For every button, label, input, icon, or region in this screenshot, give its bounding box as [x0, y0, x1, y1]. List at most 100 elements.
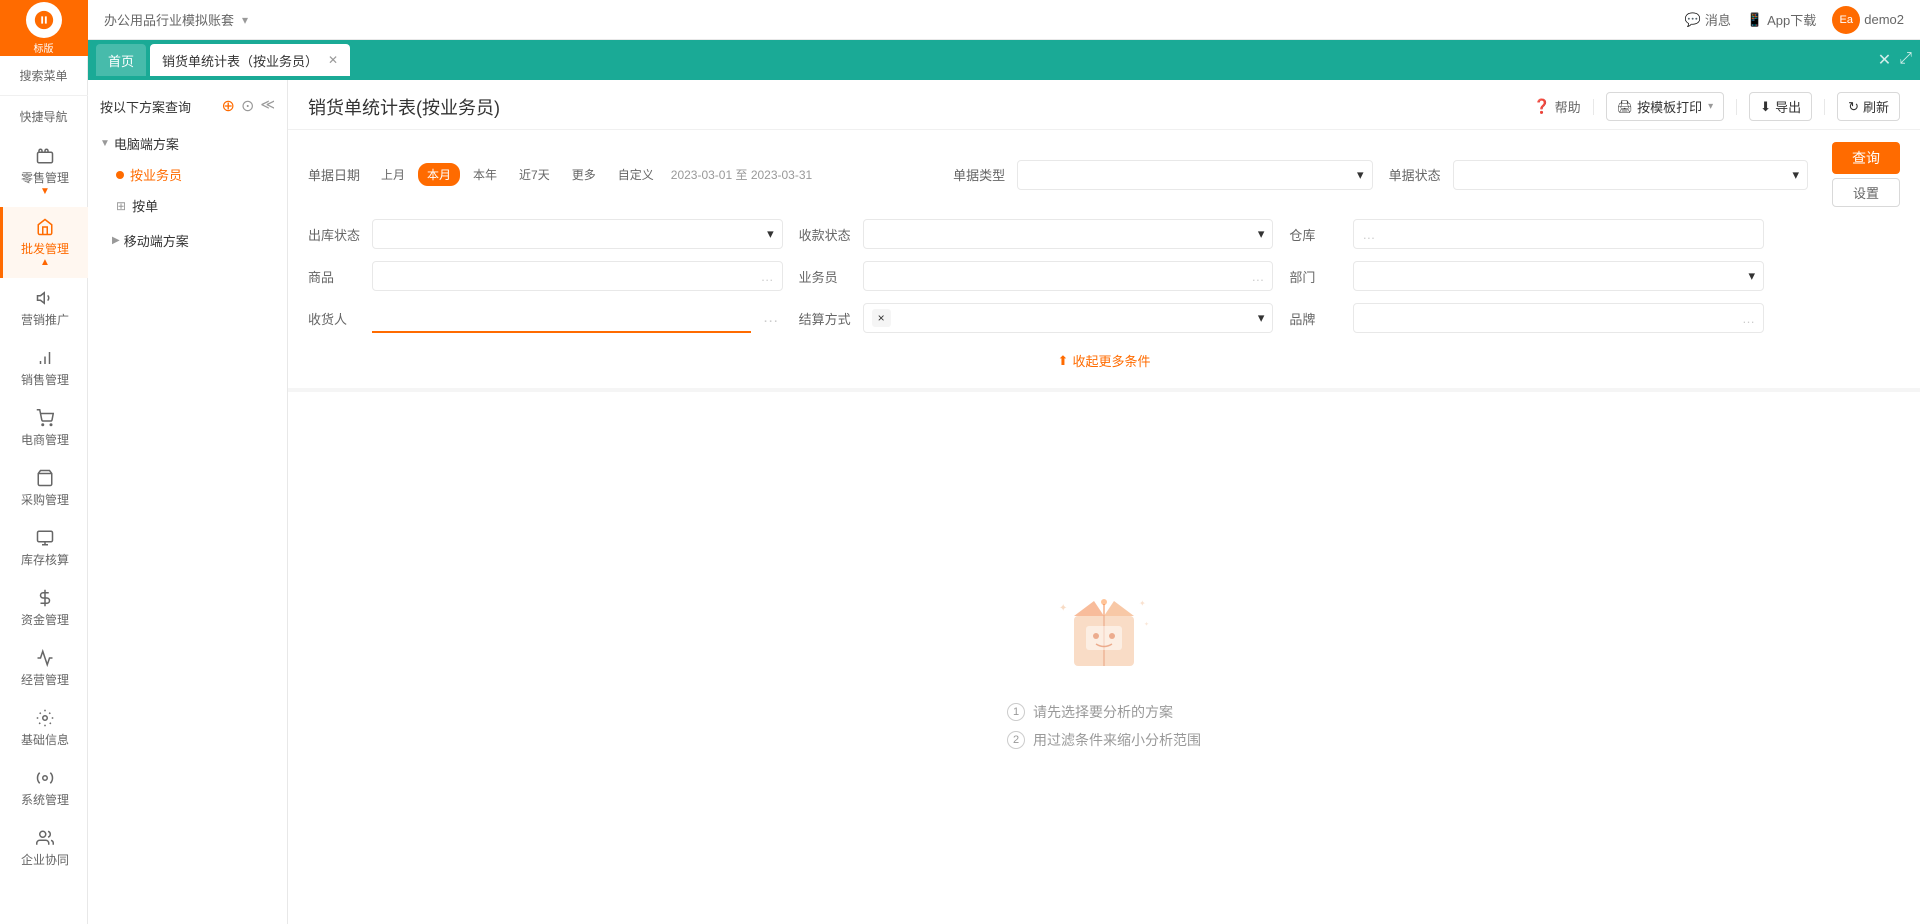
sidebar-item-wholesale[interactable]: 批发管理 ▲	[0, 207, 88, 278]
quick-nav-item[interactable]: 快捷导航	[0, 96, 88, 136]
settings-button[interactable]: 设置	[1832, 178, 1900, 207]
mobile-scheme-group: ▶ 移动端方案	[88, 221, 287, 260]
collapse-up-icon: ⬆	[1058, 353, 1069, 369]
marketing-icon	[35, 288, 55, 308]
sidebar-item-basic[interactable]: 基础信息	[0, 698, 88, 758]
sidebar-item-collab[interactable]: 企业协同	[0, 818, 88, 878]
warehouse-select[interactable]: …	[1353, 219, 1764, 249]
sidebar-item-sales[interactable]: 销售管理	[0, 338, 88, 398]
app-name: 标版	[34, 40, 54, 55]
sales-icon	[35, 348, 55, 368]
refresh-icon: ↻	[1848, 99, 1859, 115]
scheme-by-order-icon: ⊞	[116, 199, 126, 213]
filter-row-2: 出库状态 ▾ 收款状态 ▾ 仓库	[308, 219, 1900, 249]
date-this-month[interactable]: 本月	[418, 163, 460, 186]
pc-scheme-group-label: 电脑端方案	[114, 134, 179, 153]
sidebar-item-retail[interactable]: 零售管理 ▼	[0, 136, 88, 207]
doc-status-select[interactable]: ▾	[1453, 160, 1808, 190]
warehouse-label: 仓库	[1289, 225, 1345, 244]
pc-scheme-group-header[interactable]: ▼ 电脑端方案	[88, 128, 287, 159]
tab-close-all-button[interactable]: ✕	[1878, 50, 1891, 70]
payment-tag-close[interactable]: ×	[878, 311, 885, 325]
sidebar-item-marketing[interactable]: 营销推广	[0, 278, 88, 338]
date-custom[interactable]: 自定义	[609, 163, 663, 186]
sidebar-item-label-wholesale: 批发管理	[21, 240, 69, 257]
doc-type-select[interactable]: ▾	[1017, 160, 1372, 190]
date-filter: 单据日期 上月 本月 本年 近7天 更多 自定义 2023-03-01 至 20…	[308, 163, 937, 186]
payment-tag: ×	[872, 309, 891, 327]
scheme-by-order[interactable]: ⊞ 按单	[88, 190, 287, 221]
scheme-by-salesperson[interactable]: 按业务员	[88, 159, 287, 190]
out-status-label: 出库状态	[308, 225, 364, 244]
sidebar-item-system[interactable]: 系统管理	[0, 758, 88, 818]
search-menu-item[interactable]: 搜索菜单	[0, 56, 88, 96]
consignee-input[interactable]	[372, 303, 751, 333]
export-button[interactable]: ⬇ 导出	[1749, 92, 1812, 121]
date-last-month[interactable]: 上月	[372, 163, 414, 186]
refresh-button[interactable]: ↻ 刷新	[1837, 92, 1900, 121]
scheme-settings-button[interactable]: ⊙	[241, 96, 254, 116]
out-status-select[interactable]: ▾	[372, 219, 783, 249]
divider-3	[1824, 99, 1825, 115]
inventory-icon	[35, 528, 55, 548]
export-icon: ⬇	[1760, 99, 1771, 115]
date-this-year[interactable]: 本年	[464, 163, 506, 186]
salesperson-select[interactable]: …	[863, 261, 1274, 291]
date-more[interactable]: 更多	[563, 163, 605, 186]
tab-expand-button[interactable]: ⤢	[1899, 50, 1912, 70]
print-button[interactable]: 🖨 按模板打印 ▾	[1606, 92, 1725, 121]
date-7days[interactable]: 近7天	[510, 163, 559, 186]
tab-home[interactable]: 首页	[96, 44, 146, 76]
topbar-left: 办公用品行业模拟账套 ▾	[104, 10, 248, 29]
print-label: 按模板打印	[1637, 97, 1702, 116]
out-status-filter: 出库状态 ▾	[308, 219, 783, 249]
sidebar-item-ecommerce[interactable]: 电商管理	[0, 398, 88, 458]
user-avatar-area[interactable]: Ea demo2	[1832, 6, 1904, 34]
collapse-panel-button[interactable]: ≪	[260, 96, 275, 116]
filter-area: 单据日期 上月 本月 本年 近7天 更多 自定义 2023-03-01 至 20…	[288, 130, 1920, 388]
tab-sales-stats[interactable]: 销货单统计表（按业务员） ✕	[150, 44, 350, 76]
brand-dots: …	[1742, 311, 1755, 326]
payment-select[interactable]: × ▾	[863, 303, 1274, 333]
topbar: 办公用品行业模拟账套 ▾ 💬 消息 📱 App下载 Ea demo2	[88, 0, 1920, 40]
doc-type-label: 单据类型	[953, 165, 1009, 184]
help-button[interactable]: ❓ 帮助	[1533, 97, 1580, 116]
main-area: 办公用品行业模拟账套 ▾ 💬 消息 📱 App下载 Ea demo2 首页	[88, 0, 1920, 924]
tab-close-button[interactable]: ✕	[328, 53, 338, 67]
department-arrow: ▾	[1748, 268, 1755, 284]
payment-arrow: ▾	[1258, 310, 1265, 326]
department-select[interactable]: ▾	[1353, 261, 1764, 291]
app-download-button[interactable]: 📱 App下载	[1747, 10, 1816, 29]
collapse-filters-label: 收起更多条件	[1072, 351, 1150, 370]
sidebar-item-label-ecommerce: 电商管理	[21, 431, 69, 448]
operation-icon	[35, 648, 55, 668]
breadcrumb-dropdown[interactable]: ▾	[242, 13, 248, 27]
collect-status-select[interactable]: ▾	[863, 219, 1274, 249]
mobile-scheme-group-header[interactable]: ▶ 移动端方案	[88, 225, 287, 256]
brand-select[interactable]: …	[1353, 303, 1764, 333]
message-button[interactable]: 💬 消息	[1685, 10, 1731, 29]
out-status-arrow: ▾	[767, 226, 774, 242]
goods-label: 商品	[308, 267, 364, 286]
sidebar-item-finance[interactable]: 资金管理	[0, 578, 88, 638]
consignee-filter: 收货人 …	[308, 303, 783, 333]
goods-select[interactable]: …	[372, 261, 783, 291]
sidebar-item-inventory[interactable]: 库存核算	[0, 518, 88, 578]
mobile-scheme-group-label: 移动端方案	[124, 231, 189, 250]
query-button[interactable]: 查询	[1832, 142, 1900, 174]
brand-filter: 品牌 …	[1289, 303, 1764, 333]
filter-row-4: 收货人 … 结算方式 × ▾ 品牌	[308, 303, 1900, 333]
salesperson-label: 业务员	[799, 267, 855, 286]
sidebar-item-label-inventory: 库存核算	[21, 551, 69, 568]
sidebar-item-purchase[interactable]: 采购管理	[0, 458, 88, 518]
page-actions: ❓ 帮助 🖨 按模板打印 ▾ ⬇ 导出	[1533, 92, 1900, 121]
wholesale-icon	[35, 217, 55, 237]
brand-label: 品牌	[1289, 309, 1345, 328]
consignee-dots[interactable]: …	[759, 309, 783, 327]
tip-num-1: 1	[1007, 703, 1025, 721]
sidebar-item-operation[interactable]: 经营管理	[0, 638, 88, 698]
print-dropdown-arrow[interactable]: ▾	[1708, 101, 1713, 112]
sidebar: 标版 搜索菜单 快捷导航 零售管理 ▼ 批发管理 ▲ 营销推广 销售管理	[0, 0, 88, 924]
collapse-filters-button[interactable]: ⬆ 收起更多条件	[308, 345, 1900, 376]
add-scheme-button[interactable]: ⊕	[222, 96, 235, 116]
